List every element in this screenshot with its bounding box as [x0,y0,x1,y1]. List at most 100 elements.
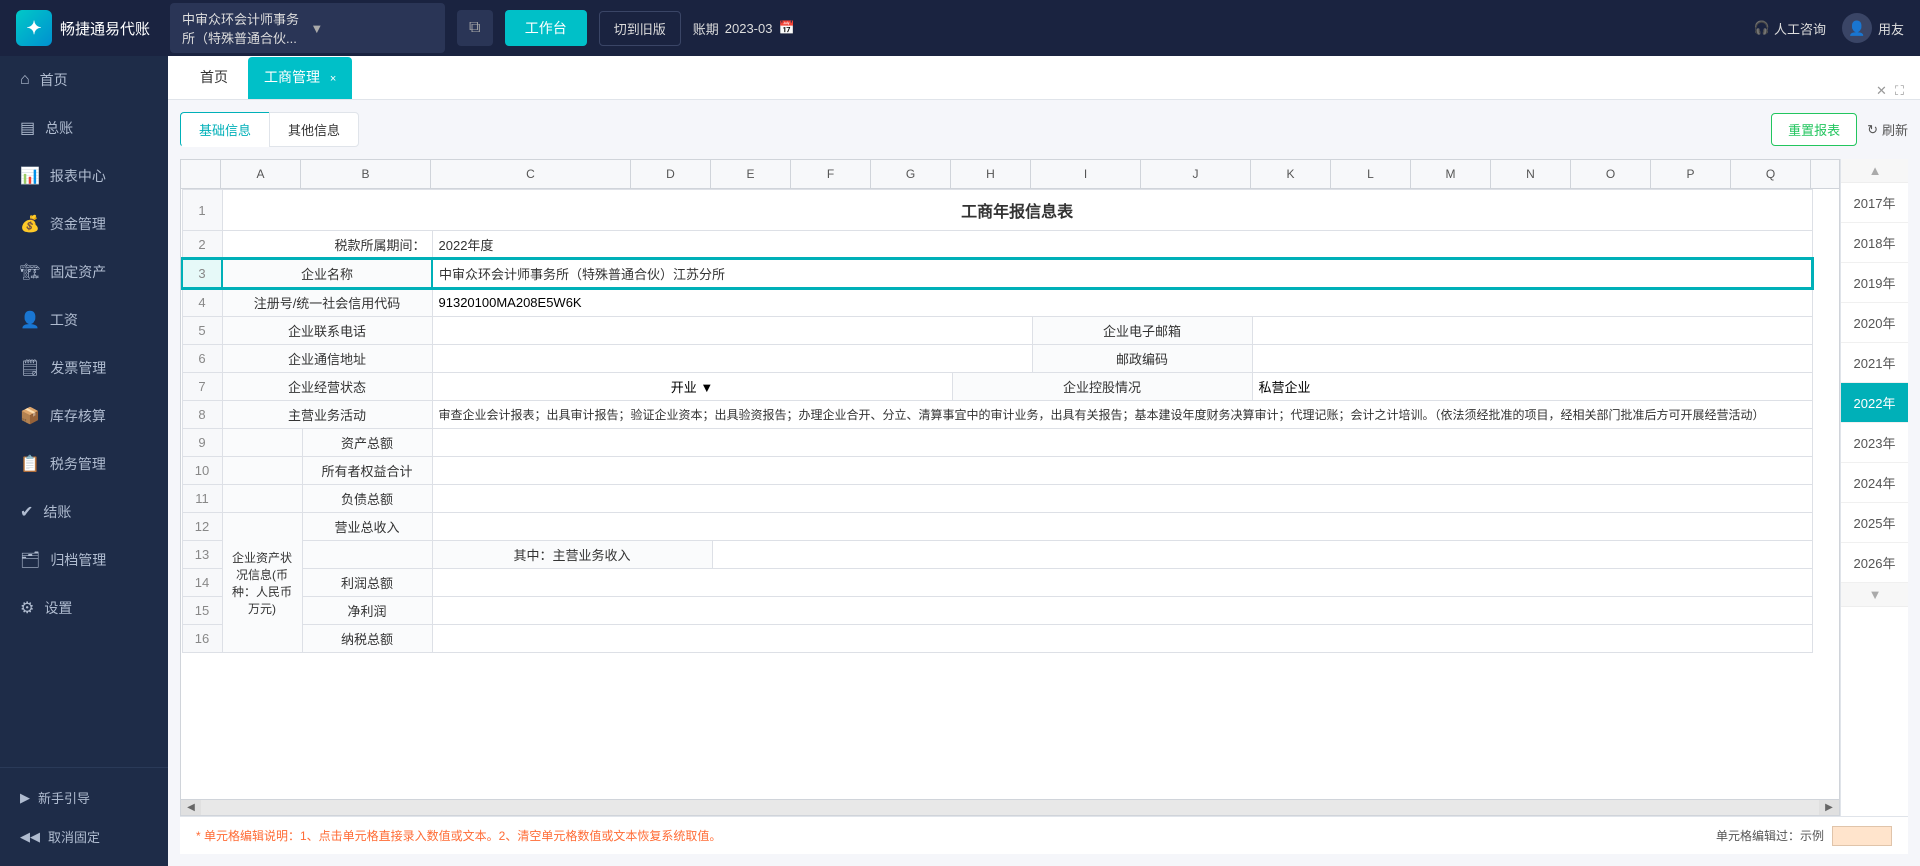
total-revenue-value[interactable] [432,513,1812,541]
company-selector[interactable]: 中审众环会计师事务所（特殊普通合伙... ▼ [170,3,445,53]
period-label: 账期 [693,19,719,38]
tab-close-icon[interactable]: × [330,73,336,85]
sidebar-item-settings[interactable]: ⚙ 设置 [0,584,168,632]
holding-value[interactable]: 私营企业 [1252,373,1812,401]
row-num-14: 14 [182,569,222,597]
company-name-value[interactable]: 中审众环会计师事务所（特殊普通合伙）江苏分所 [432,259,1812,288]
year-scroll-down[interactable]: ▼ [1841,583,1908,607]
reg-code-value[interactable]: 91320100MA208E5W6K [432,288,1812,317]
basic-info-label: 基础信息 [199,123,251,138]
profit-value[interactable] [432,569,1812,597]
main-biz-value[interactable]: 审查企业会计报表；出具审计报告；验证企业资本；出具验资报告；办理企业合开、分立、… [432,401,1812,429]
service-button[interactable]: 🎧 人工咨询 [1754,19,1826,38]
col-header-e: E [711,160,791,188]
window-expand-icon[interactable]: ⛶ [1895,83,1904,99]
sidebar: ⌂ 首页 ▤ 总账 📊 报表中心 💰 资金管理 🏗 固定资产 👤 工资 [0,56,168,866]
year-item-2025[interactable]: 2025年 [1841,503,1908,543]
year-item-2019[interactable]: 2019年 [1841,263,1908,303]
year-scroll-up[interactable]: ▲ [1841,159,1908,183]
tax-total-value[interactable] [432,625,1812,653]
year-item-2017[interactable]: 2017年 [1841,183,1908,223]
tab-basic-info[interactable]: 基础信息 [180,112,269,147]
holding-label: 企业控股情况 [952,373,1252,401]
col-header-h: H [951,160,1031,188]
row-num-2: 2 [182,231,222,260]
col-header-l: L [1331,160,1411,188]
sidebar-item-ledger[interactable]: ▤ 总账 [0,104,168,152]
old-version-button[interactable]: 切到旧版 [599,11,681,46]
net-profit-value[interactable] [432,597,1812,625]
liability-value[interactable] [432,485,1812,513]
sidebar-item-invoice[interactable]: 🗒 发票管理 [0,344,168,392]
col-header-g: G [871,160,951,188]
workbench-button[interactable]: 工作台 [505,10,587,46]
user-label: 用友 [1878,19,1904,38]
year-item-2021[interactable]: 2021年 [1841,343,1908,383]
window-close-icon[interactable]: ✕ [1876,83,1887,99]
col-header-d: D [631,160,711,188]
sidebar-label-settings: 设置 [44,598,72,618]
main-revenue-value[interactable] [712,541,1812,569]
sidebar-item-inventory[interactable]: 📦 库存核算 [0,392,168,440]
spreadsheet-inner[interactable]: A B C D E F G H I J K L M [181,160,1839,799]
row-num-8: 8 [182,401,222,429]
tab-other-info[interactable]: 其他信息 [269,112,359,147]
tab-business-mgmt[interactable]: 工商管理 × [248,57,352,99]
row-num-5: 5 [182,317,222,345]
home-icon: ⌂ [20,71,30,89]
new-user-guide[interactable]: ▶ 新手引导 [0,778,168,817]
year-item-2022[interactable]: 2022年 [1841,383,1908,423]
liability-label: 负债总额 [302,485,432,513]
sub-tab-group: 基础信息 其他信息 [180,112,359,147]
equity-value[interactable] [432,457,1812,485]
refresh-button[interactable]: ↻ 刷新 [1867,120,1908,139]
copy-button[interactable]: ⧉ [457,10,493,46]
phone-value[interactable] [432,317,1032,345]
biz-status-value[interactable]: 开业 ▼ [432,373,952,401]
sidebar-item-report[interactable]: 📊 报表中心 [0,152,168,200]
table-row: 13 其中：主营业务收入 [182,541,1812,569]
year-item-2020[interactable]: 2020年 [1841,303,1908,343]
bottom-hint: * 单元格编辑说明：1、点击单元格直接录入数值或文本。2、清空单元格数值或文本恢… [196,827,721,844]
asset-value-9[interactable] [432,429,1812,457]
sidebar-item-finance[interactable]: 💰 资金管理 [0,200,168,248]
sidebar-label-report: 报表中心 [50,166,106,186]
col-header-j: J [1141,160,1251,188]
sidebar-item-close[interactable]: ✔ 结账 [0,488,168,536]
year-panel: ▲ 2017年 2018年 2019年 2020年 2021年 2022年 20… [1840,159,1908,816]
row-num-11: 11 [182,485,222,513]
user-area[interactable]: 👤 用友 [1842,13,1904,43]
tab-home[interactable]: 首页 [184,57,244,99]
year-item-2026[interactable]: 2026年 [1841,543,1908,583]
period-value-cell[interactable]: 2022年度 [432,231,1812,260]
postcode-value[interactable] [1252,345,1812,373]
inner-content: 基础信息 其他信息 重置报表 ↻ 刷新 [168,100,1920,866]
sheet-and-year: A B C D E F G H I J K L M [180,159,1908,816]
company-name-label: 企业名称 [222,259,432,288]
col-header-c: C [431,160,631,188]
sidebar-item-payroll[interactable]: 👤 工资 [0,296,168,344]
sidebar-item-fixed-assets[interactable]: 🏗 固定资产 [0,248,168,296]
scroll-right-button[interactable]: ▶ [1819,800,1839,816]
asset-section-label-10 [222,457,302,485]
sidebar-item-tax[interactable]: 📋 税务管理 [0,440,168,488]
tab-home-label: 首页 [200,69,228,85]
horizontal-scrollbar[interactable]: ◀ ▶ [181,799,1839,815]
reset-report-button[interactable]: 重置报表 [1771,113,1857,146]
sidebar-item-archive[interactable]: 🗂 归档管理 [0,536,168,584]
calendar-icon[interactable]: 📅 [778,20,794,36]
sidebar-item-home[interactable]: ⌂ 首页 [0,56,168,104]
phone-label: 企业联系电话 [222,317,432,345]
col-header-n: N [1491,160,1571,188]
email-value[interactable] [1252,317,1812,345]
address-value[interactable] [432,345,1032,373]
asset-section-label-11 [222,485,302,513]
year-item-2023[interactable]: 2023年 [1841,423,1908,463]
year-item-2018[interactable]: 2018年 [1841,223,1908,263]
other-info-label: 其他信息 [288,123,340,138]
table-row: 12 企业资产状况信息(币种：人民币万元) 营业总收入 [182,513,1812,541]
year-item-2024[interactable]: 2024年 [1841,463,1908,503]
unpin-button[interactable]: ◀◀ 取消固定 [0,817,168,856]
scroll-left-button[interactable]: ◀ [181,800,201,816]
scroll-track[interactable] [201,800,1819,815]
